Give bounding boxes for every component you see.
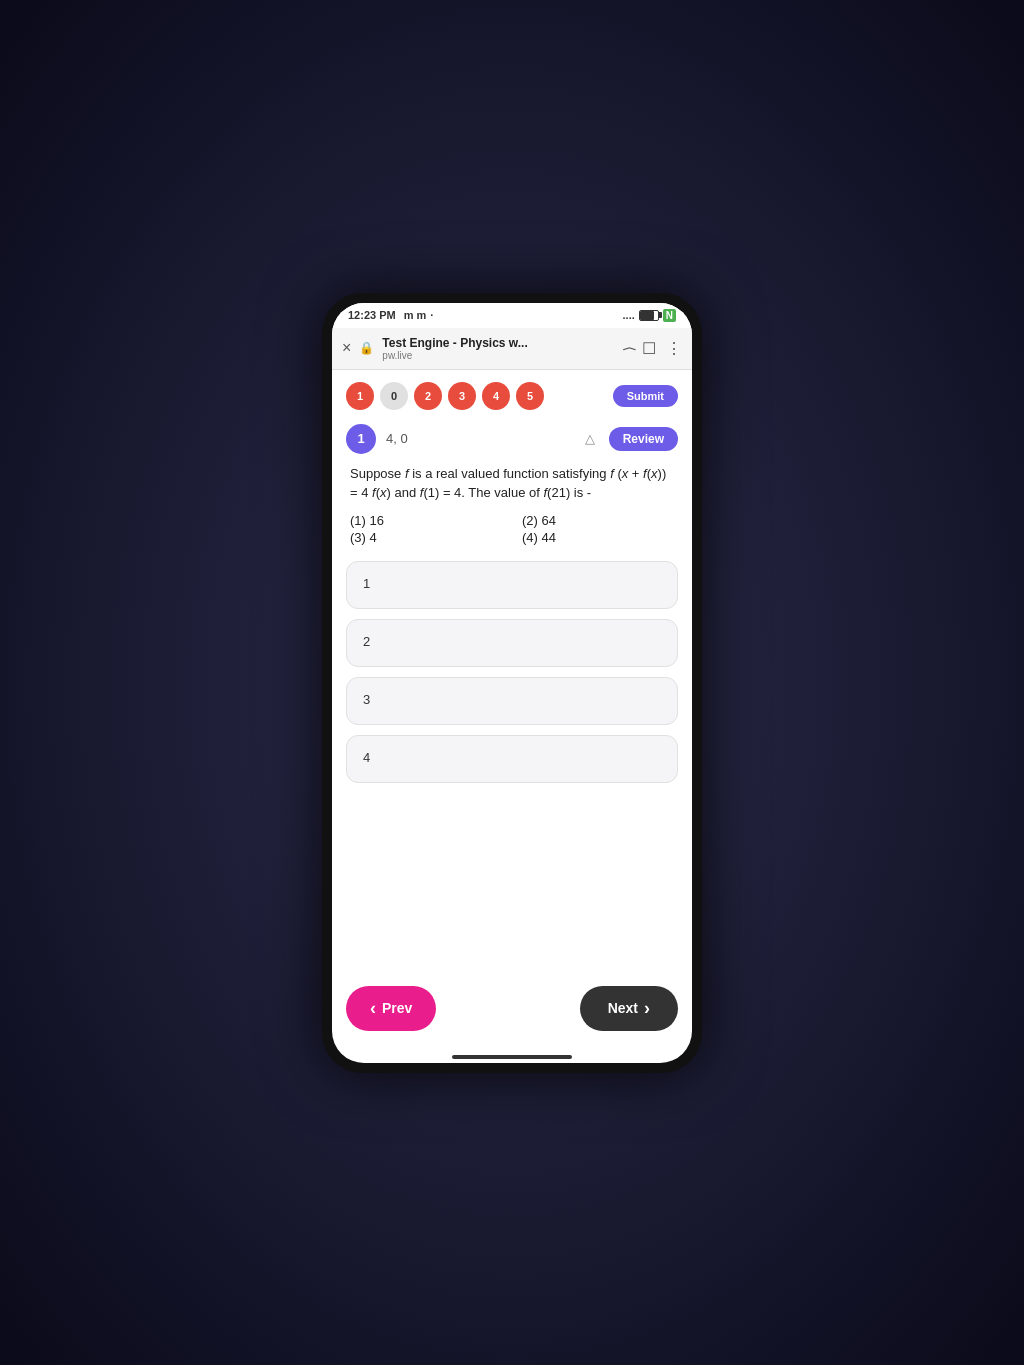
prev-button[interactable]: ‹ Prev	[346, 986, 436, 1031]
lock-icon: 🔒	[359, 341, 374, 355]
review-label: Review	[623, 432, 664, 446]
next-icon: ›	[644, 998, 650, 1019]
browser-action-icons: ⟨ ☐ ⋮	[627, 339, 682, 358]
bookmark-icon[interactable]: ☐	[642, 339, 656, 358]
submit-button[interactable]: Submit	[613, 385, 678, 407]
content-area: 1 0 2 3 4 5 Submit 1 4, 0 △ Review	[332, 370, 692, 972]
browser-title: Test Engine - Physics w...	[382, 336, 619, 350]
browser-domain: pw.live	[382, 350, 619, 361]
browser-url-area: Test Engine - Physics w... pw.live	[382, 336, 619, 361]
status-bar: 12:23 PM m m · .... N	[332, 303, 692, 328]
prev-icon: ‹	[370, 998, 376, 1019]
question-meta: 4, 0	[386, 431, 575, 446]
options-grid: (1) 16 (2) 64 (3) 4 (4) 44	[346, 513, 678, 545]
option-3: (3) 4	[350, 530, 502, 545]
navigation-buttons: ‹ Prev Next ›	[332, 972, 692, 1049]
nav-dot-5[interactable]: 5	[516, 382, 544, 410]
question-content: Suppose f is a real valued function sati…	[350, 466, 666, 501]
answer-option-3[interactable]: 3	[346, 677, 678, 725]
answer-option-2[interactable]: 2	[346, 619, 678, 667]
option-2: (2) 64	[522, 513, 674, 528]
nav-dot-4[interactable]: 4	[482, 382, 510, 410]
answer-option-4[interactable]: 4	[346, 735, 678, 783]
question-header: 1 4, 0 △ Review	[346, 424, 678, 454]
menu-icon[interactable]: ⋮	[666, 339, 682, 358]
battery-icon	[639, 310, 659, 321]
next-button[interactable]: Next ›	[580, 986, 678, 1031]
phone-frame: 12:23 PM m m · .... N × 🔒 Test Engine -	[322, 293, 702, 1073]
browser-toolbar: × 🔒 Test Engine - Physics w... pw.live ⟨…	[332, 328, 692, 370]
share-icon[interactable]: ⟨	[622, 346, 638, 351]
signal-icon: ....	[623, 309, 635, 321]
home-indicator	[452, 1055, 572, 1059]
status-dot: ·	[430, 309, 433, 321]
alert-icon: △	[585, 431, 595, 446]
phone-screen: 12:23 PM m m · .... N × 🔒 Test Engine -	[332, 303, 692, 1063]
status-right: .... N	[623, 309, 676, 322]
option-4: (4) 44	[522, 530, 674, 545]
browser-close-button[interactable]: ×	[342, 339, 351, 357]
status-left: 12:23 PM m m ·	[348, 309, 433, 321]
nav-dot-0[interactable]: 0	[380, 382, 408, 410]
question-text: Suppose f is a real valued function sati…	[346, 464, 678, 503]
status-icons: m m	[404, 309, 427, 321]
question-number-badge: 1	[346, 424, 376, 454]
review-button[interactable]: Review	[609, 427, 678, 451]
nav-dot-1[interactable]: 1	[346, 382, 374, 410]
option-1: (1) 16	[350, 513, 502, 528]
answer-option-1[interactable]: 1	[346, 561, 678, 609]
next-label: Next	[608, 1000, 638, 1016]
battery-label: N	[663, 309, 676, 322]
answer-options: 1 2 3 4	[346, 561, 678, 783]
nav-dot-3[interactable]: 3	[448, 382, 476, 410]
status-time: 12:23 PM	[348, 309, 396, 321]
question-nav: 1 0 2 3 4 5 Submit	[346, 382, 678, 410]
nav-dot-2[interactable]: 2	[414, 382, 442, 410]
prev-label: Prev	[382, 1000, 412, 1016]
